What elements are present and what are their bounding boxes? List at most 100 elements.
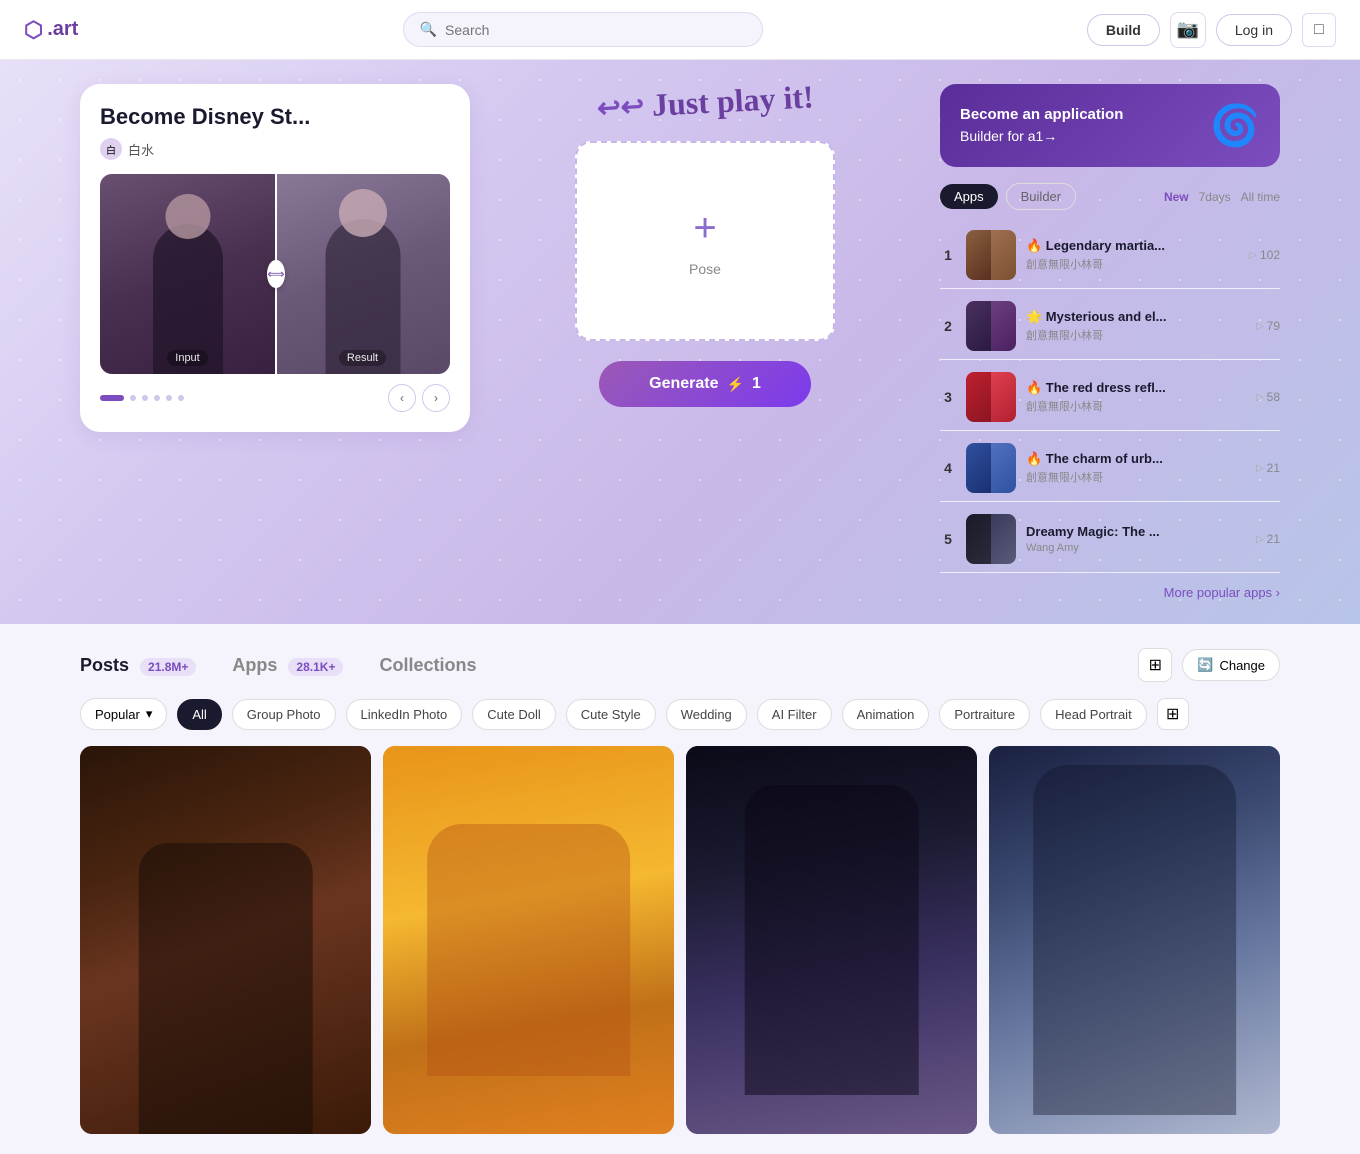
filter-group-photo[interactable]: Group Photo <box>232 699 336 730</box>
tab-apps[interactable]: Apps 28.1K+ <box>216 655 363 676</box>
prev-button[interactable]: ‹ <box>388 384 416 412</box>
rank-title: 🌟 Mysterious and el... <box>1026 309 1246 326</box>
middle-section: ↩↩ Just play it! + Pose Generate ⚡ 1 <box>490 84 920 407</box>
dot-1 <box>130 395 136 401</box>
rank-thumbnail <box>966 514 1016 564</box>
header-right: Build 📷 Log in □ <box>1087 12 1336 48</box>
tagline: ↩↩ Just play it! <box>596 78 814 126</box>
tab-builder[interactable]: Builder <box>1006 183 1076 210</box>
compare-arrow: ⟺ <box>267 260 284 288</box>
ranking-list: 1 🔥 Legendary martia... 創意無限小林哥 ▷ 102 2 <box>940 222 1280 573</box>
rank-thumbnail <box>966 301 1016 351</box>
filter-animation[interactable]: Animation <box>842 699 930 730</box>
filter-cute-doll[interactable]: Cute Doll <box>472 699 555 730</box>
rank-number: 4 <box>940 460 956 476</box>
ranking-item[interactable]: 2 🌟 Mysterious and el... 創意無限小林哥 ▷ 79 <box>940 293 1280 360</box>
rank-number: 5 <box>940 531 956 547</box>
sort-select[interactable]: Popular ▾ <box>80 698 167 730</box>
filter-new[interactable]: New <box>1164 190 1189 204</box>
doc-icon: □ <box>1314 21 1324 39</box>
search-icon: 🔍 <box>420 21 437 38</box>
dot-3 <box>154 395 160 401</box>
rank-number: 1 <box>940 247 956 263</box>
posts-right: ⊞ 🔄 Change <box>1138 648 1280 682</box>
instagram-icon: 📷 <box>1177 19 1199 40</box>
rank-info: 🔥 The red dress refl... 創意無限小林哥 <box>1026 380 1246 415</box>
rank-info: 🔥 The charm of urb... 創意無限小林哥 <box>1026 451 1246 486</box>
rank-author: Wang Amy <box>1026 542 1246 554</box>
build-button[interactable]: Build <box>1087 14 1160 46</box>
rank-plays: ▷ 79 <box>1256 319 1280 333</box>
play-icon: ▷ <box>1256 392 1264 403</box>
next-button[interactable]: › <box>422 384 450 412</box>
instagram-button[interactable]: 📷 <box>1170 12 1206 48</box>
refresh-icon: 🔄 <box>1197 657 1213 673</box>
rank-author: 創意無限小林哥 <box>1026 327 1246 343</box>
filter-alltime[interactable]: All time <box>1241 190 1280 204</box>
change-button[interactable]: 🔄 Change <box>1182 649 1280 681</box>
ranking-tabs: Apps Builder New 7days All time <box>940 183 1280 210</box>
logo-icon: ⬡ <box>24 17 43 43</box>
upload-plus-icon: + <box>693 206 716 251</box>
grid-item[interactable] <box>80 746 371 1134</box>
search-input[interactable] <box>445 22 746 38</box>
tab-posts[interactable]: Posts 21.8M+ <box>80 655 216 676</box>
rank-title: 🔥 The charm of urb... <box>1026 451 1246 468</box>
promo-text: Become an application Builder for a1→ <box>960 104 1123 148</box>
card-title: Become Disney St... <box>100 104 450 130</box>
dot-active <box>100 395 124 401</box>
rank-title: 🔥 The red dress refl... <box>1026 380 1246 397</box>
posts-tabs: Posts 21.8M+ Apps 28.1K+ Collections <box>80 655 1138 676</box>
layout-icon[interactable]: ⊞ <box>1138 648 1172 682</box>
generate-button[interactable]: Generate ⚡ 1 <box>599 361 811 407</box>
filter-cute-style[interactable]: Cute Style <box>566 699 656 730</box>
rank-plays: ▷ 102 <box>1249 248 1280 262</box>
input-image: Input <box>100 174 275 374</box>
more-apps-link[interactable]: More popular apps › <box>940 585 1280 600</box>
filter-all[interactable]: All <box>177 699 221 730</box>
rank-author: 創意無限小林哥 <box>1026 398 1246 414</box>
rank-plays: ▷ 21 <box>1256 461 1280 475</box>
tab-collections[interactable]: Collections <box>363 655 496 676</box>
tab-apps[interactable]: Apps <box>940 184 998 209</box>
play-icon: ▷ <box>1256 321 1264 332</box>
ranking-item[interactable]: 5 Dreamy Magic: The ... Wang Amy ▷ 21 <box>940 506 1280 573</box>
ranking-item[interactable]: 4 🔥 The charm of urb... 創意無限小林哥 ▷ 21 <box>940 435 1280 502</box>
author-name: 白水 <box>128 140 154 159</box>
ranking-item[interactable]: 1 🔥 Legendary martia... 創意無限小林哥 ▷ 102 <box>940 222 1280 289</box>
card-author: 白 白水 <box>100 138 450 160</box>
grid-item[interactable] <box>383 746 674 1134</box>
grid-item[interactable] <box>686 746 977 1134</box>
time-filters: New 7days All time <box>1164 190 1280 204</box>
filter-ai[interactable]: AI Filter <box>757 699 832 730</box>
filter-portraiture[interactable]: Portraiture <box>939 699 1030 730</box>
promo-banner[interactable]: Become an application Builder for a1→ 🌀 <box>940 84 1280 167</box>
filter-7days[interactable]: 7days <box>1199 190 1231 204</box>
grid-item[interactable] <box>989 746 1280 1134</box>
upload-box[interactable]: + Pose <box>575 141 835 341</box>
promo-subtitle: Builder for a1→ <box>960 126 1123 147</box>
result-label: Result <box>339 350 386 366</box>
promo-icon: 🌀 <box>1210 102 1260 149</box>
nav-buttons: ‹ › <box>388 384 450 412</box>
dot-2 <box>142 395 148 401</box>
doc-button[interactable]: □ <box>1302 13 1336 47</box>
posts-header: Posts 21.8M+ Apps 28.1K+ Collections ⊞ 🔄… <box>80 648 1280 682</box>
search-bar[interactable]: 🔍 <box>403 12 763 47</box>
ranking-item[interactable]: 3 🔥 The red dress refl... 創意無限小林哥 ▷ 58 <box>940 364 1280 431</box>
logo[interactable]: ⬡ .art <box>24 17 78 43</box>
promo-title: Become an application <box>960 104 1123 127</box>
login-button[interactable]: Log in <box>1216 14 1292 46</box>
avatar: 白 <box>100 138 122 160</box>
play-icon: ▷ <box>1256 534 1264 545</box>
filter-head-portrait[interactable]: Head Portrait <box>1040 699 1147 730</box>
rank-title: 🔥 Legendary martia... <box>1026 238 1239 255</box>
header: ⬡ .art 🔍 Build 📷 Log in □ <box>0 0 1360 60</box>
filter-wedding[interactable]: Wedding <box>666 699 747 730</box>
rank-plays: ▷ 21 <box>1256 532 1280 546</box>
apps-badge: 28.1K+ <box>288 658 343 676</box>
result-image: Result <box>275 174 450 374</box>
filter-linkedin[interactable]: LinkedIn Photo <box>346 699 463 730</box>
app-card: Become Disney St... 白 白水 Input ⟺ Result <box>80 84 470 432</box>
filter-more-button[interactable]: ⊞ <box>1157 698 1189 730</box>
